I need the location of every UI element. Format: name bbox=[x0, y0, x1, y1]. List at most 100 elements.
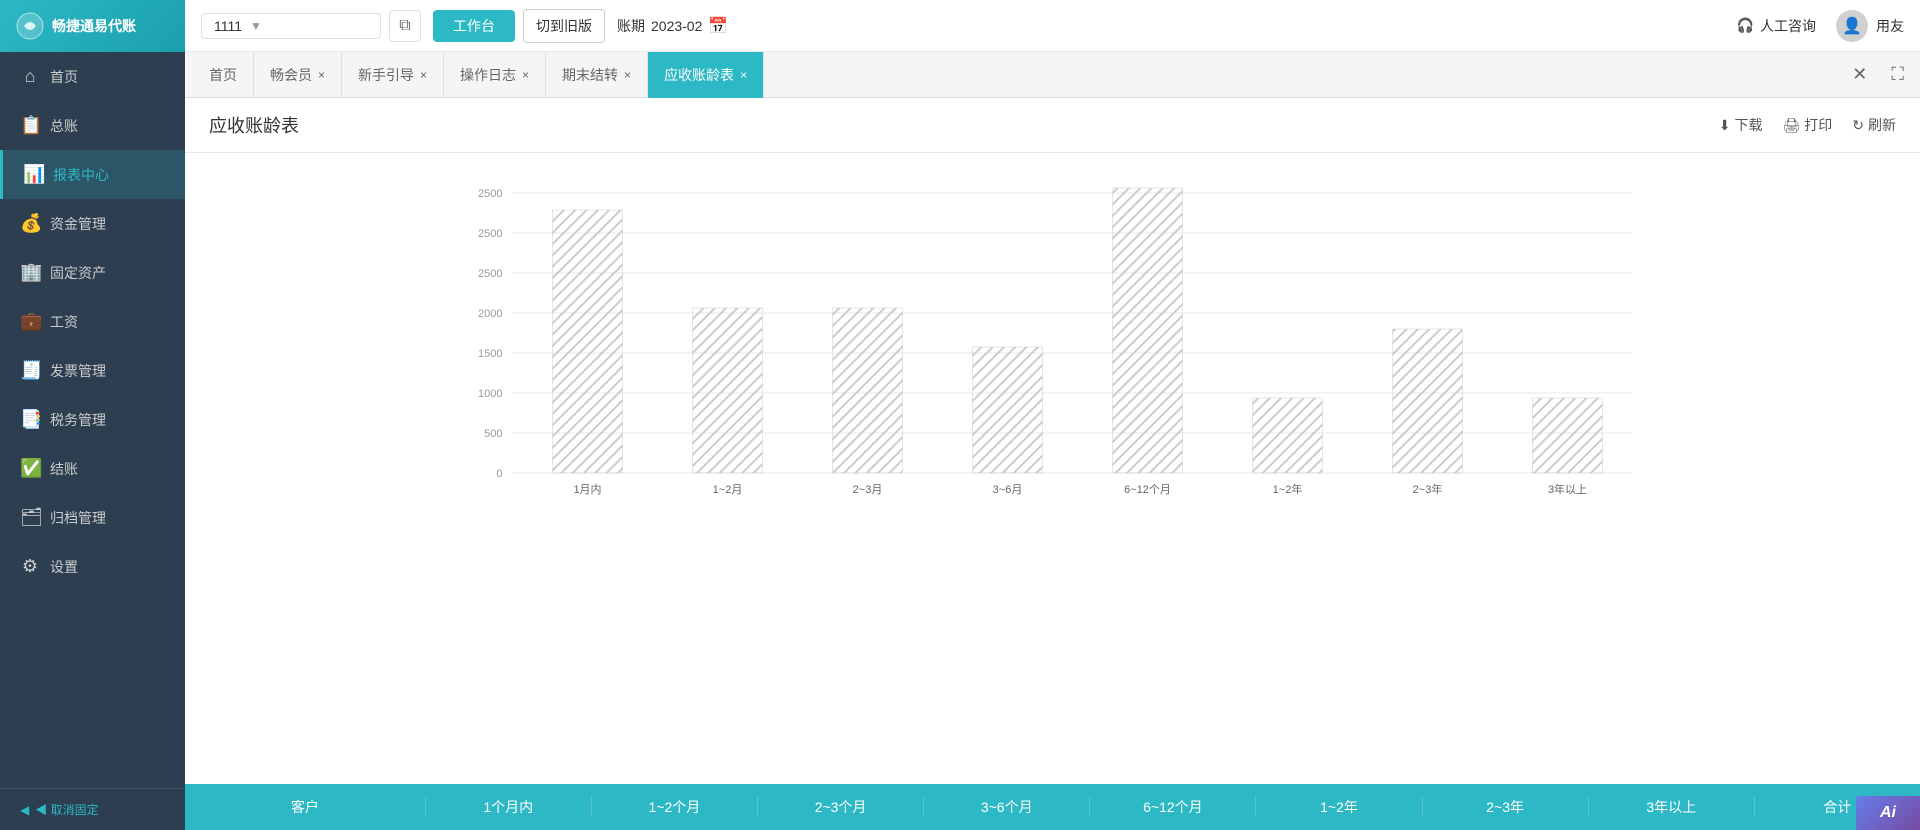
table-col-1-2year: 1~2年 bbox=[1256, 797, 1422, 817]
sidebar-item-home[interactable]: ⌂ 首页 bbox=[0, 52, 185, 101]
tab-close-window-button[interactable]: ✕ bbox=[1844, 60, 1875, 89]
table-col-1month: 1个月内 bbox=[426, 797, 592, 817]
tab-ar-aging[interactable]: 应收账龄表 × bbox=[648, 52, 764, 98]
col-3-6month-label: 3~6个月 bbox=[981, 799, 1033, 815]
refresh-button[interactable]: ↻ 刷新 bbox=[1852, 115, 1896, 135]
col-2-3year-label: 2~3年 bbox=[1486, 799, 1524, 815]
tab-membership-label: 畅会员 bbox=[270, 65, 312, 85]
ai-badge: Ai bbox=[1856, 796, 1920, 830]
tab-membership-close[interactable]: × bbox=[318, 68, 325, 82]
refresh-icon: ↻ bbox=[1852, 117, 1864, 134]
sidebar-item-archive[interactable]: 🗂 归档管理 bbox=[0, 493, 185, 542]
sidebar-item-salary[interactable]: 💼 工资 bbox=[0, 297, 185, 346]
headset-icon: 🎧 bbox=[1737, 17, 1754, 34]
sidebar: ⌂ 首页 📋 总账 📊 报表中心 💰 资金管理 🏢 固定资产 💼 工资 bbox=[0, 52, 185, 830]
tab-ar-aging-close[interactable]: × bbox=[740, 68, 747, 82]
reports-icon: 📊 bbox=[23, 164, 43, 185]
calendar-icon[interactable]: 📅 bbox=[708, 16, 728, 36]
settings-icon: ⚙ bbox=[20, 556, 40, 577]
bar-3年以上 bbox=[1533, 398, 1603, 473]
sidebar-footer-label: ◀ 取消固定 bbox=[35, 801, 98, 818]
header-right: 🎧 人工咨询 👤 用友 bbox=[1737, 10, 1904, 42]
page-actions: ⬇ 下载 🖨 打印 ↻ 刷新 bbox=[1719, 115, 1896, 135]
print-button[interactable]: 🖨 打印 bbox=[1782, 115, 1832, 135]
svg-text:2000: 2000 bbox=[478, 308, 502, 320]
bar-1月内 bbox=[553, 210, 623, 473]
tax-icon: 📑 bbox=[20, 409, 40, 430]
bar-1-2年 bbox=[1253, 398, 1323, 473]
customer-service-button[interactable]: 🎧 人工咨询 bbox=[1737, 16, 1816, 36]
invoice-icon: 🧾 bbox=[20, 360, 40, 381]
page-title: 应收账龄表 bbox=[209, 112, 299, 138]
svg-text:1月内: 1月内 bbox=[573, 482, 601, 496]
period-value: 2023-02 bbox=[651, 18, 702, 34]
bar-chart: 2500 2500 2500 2000 1500 1000 500 0 bbox=[209, 173, 1896, 523]
bar-2-3月 bbox=[833, 308, 903, 473]
switch-version-button[interactable]: 切到旧版 bbox=[523, 9, 605, 43]
sidebar-unpin-button[interactable]: ◀ ◀ 取消固定 bbox=[0, 788, 185, 830]
page-header: 应收账龄表 ⬇ 下载 🖨 打印 ↻ 刷新 bbox=[185, 98, 1920, 153]
sidebar-item-reports[interactable]: 📊 报表中心 bbox=[0, 150, 185, 199]
workbench-button[interactable]: 工作台 bbox=[433, 10, 515, 42]
svg-text:0: 0 bbox=[496, 468, 502, 480]
logo-icon bbox=[16, 12, 44, 40]
sidebar-label-assets: 固定资产 bbox=[50, 263, 106, 283]
svg-text:3年以上: 3年以上 bbox=[1548, 482, 1587, 496]
sidebar-label-ledger: 总账 bbox=[50, 116, 78, 136]
chart-area: 2500 2500 2500 2000 1500 1000 500 0 bbox=[185, 153, 1920, 784]
sidebar-item-settings[interactable]: ⚙ 设置 bbox=[0, 542, 185, 591]
unpin-icon: ◀ bbox=[20, 803, 29, 817]
tab-oplog[interactable]: 操作日志 × bbox=[444, 52, 546, 98]
customer-service-label: 人工咨询 bbox=[1760, 16, 1816, 36]
sidebar-item-funds[interactable]: 💰 资金管理 bbox=[0, 199, 185, 248]
avatar: 👤 bbox=[1836, 10, 1868, 42]
svg-text:2500: 2500 bbox=[478, 188, 502, 200]
dropdown-arrow-icon: ▼ bbox=[250, 19, 262, 33]
download-icon: ⬇ bbox=[1719, 117, 1731, 134]
sidebar-label-archive: 归档管理 bbox=[50, 508, 106, 528]
tab-guide[interactable]: 新手引导 × bbox=[342, 52, 444, 98]
sidebar-label-invoice: 发票管理 bbox=[50, 361, 106, 381]
svg-text:1000: 1000 bbox=[478, 388, 502, 400]
table-col-2-3year: 2~3年 bbox=[1423, 797, 1589, 817]
svg-text:1500: 1500 bbox=[478, 348, 502, 360]
logo-area: 畅捷通易代账 bbox=[0, 0, 185, 52]
sidebar-label-tax: 税务管理 bbox=[50, 410, 106, 430]
table-header: 客户 1个月内 1~2个月 2~3个月 3~6个月 6~12个月 bbox=[185, 784, 1920, 830]
download-label: 下载 bbox=[1734, 115, 1762, 135]
sidebar-label-home: 首页 bbox=[50, 67, 78, 87]
copy-icon[interactable]: ⧉ bbox=[389, 10, 421, 42]
table-col-2-3month: 2~3个月 bbox=[758, 797, 924, 817]
svg-text:3~6月: 3~6月 bbox=[993, 484, 1023, 496]
tab-home[interactable]: 首页 bbox=[193, 52, 254, 98]
tab-period-close[interactable]: × bbox=[624, 68, 631, 82]
table-col-1-2month: 1~2个月 bbox=[592, 797, 758, 817]
sidebar-item-ledger[interactable]: 📋 总账 bbox=[0, 101, 185, 150]
sidebar-label-settings: 设置 bbox=[50, 557, 78, 577]
tab-bar: 首页 畅会员 × 新手引导 × 操作日志 × 期末结转 × 应收账龄表 × bbox=[185, 52, 1920, 98]
bar-1-2月 bbox=[693, 308, 763, 473]
table-col-6-12month: 6~12个月 bbox=[1090, 797, 1256, 817]
download-button[interactable]: ⬇ 下载 bbox=[1719, 115, 1763, 135]
print-label: 打印 bbox=[1804, 115, 1832, 135]
tab-guide-close[interactable]: × bbox=[420, 68, 427, 82]
tab-membership[interactable]: 畅会员 × bbox=[254, 52, 342, 98]
tab-period-closing[interactable]: 期末结转 × bbox=[546, 52, 648, 98]
sidebar-item-checkout[interactable]: ✅ 结账 bbox=[0, 444, 185, 493]
sidebar-item-invoice[interactable]: 🧾 发票管理 bbox=[0, 346, 185, 395]
tab-oplog-close[interactable]: × bbox=[522, 68, 529, 82]
content-area: 首页 畅会员 × 新手引导 × 操作日志 × 期末结转 × 应收账龄表 × bbox=[185, 52, 1920, 830]
col-3year-plus-label: 3年以上 bbox=[1646, 799, 1696, 815]
company-select[interactable]: 1111 ▼ bbox=[201, 13, 381, 39]
user-label: 用友 bbox=[1876, 16, 1904, 36]
sidebar-item-tax[interactable]: 📑 税务管理 bbox=[0, 395, 185, 444]
tab-maximize-button[interactable]: ⛶ bbox=[1883, 60, 1912, 89]
refresh-label: 刷新 bbox=[1868, 115, 1896, 135]
sidebar-item-assets[interactable]: 🏢 固定资产 bbox=[0, 248, 185, 297]
table-col-3year-plus: 3年以上 bbox=[1589, 797, 1755, 817]
col-6-12month-label: 6~12个月 bbox=[1143, 799, 1203, 815]
svg-text:1~2年: 1~2年 bbox=[1273, 482, 1303, 496]
sidebar-label-funds: 资金管理 bbox=[50, 214, 106, 234]
user-menu[interactable]: 👤 用友 bbox=[1836, 10, 1904, 42]
assets-icon: 🏢 bbox=[20, 262, 40, 283]
